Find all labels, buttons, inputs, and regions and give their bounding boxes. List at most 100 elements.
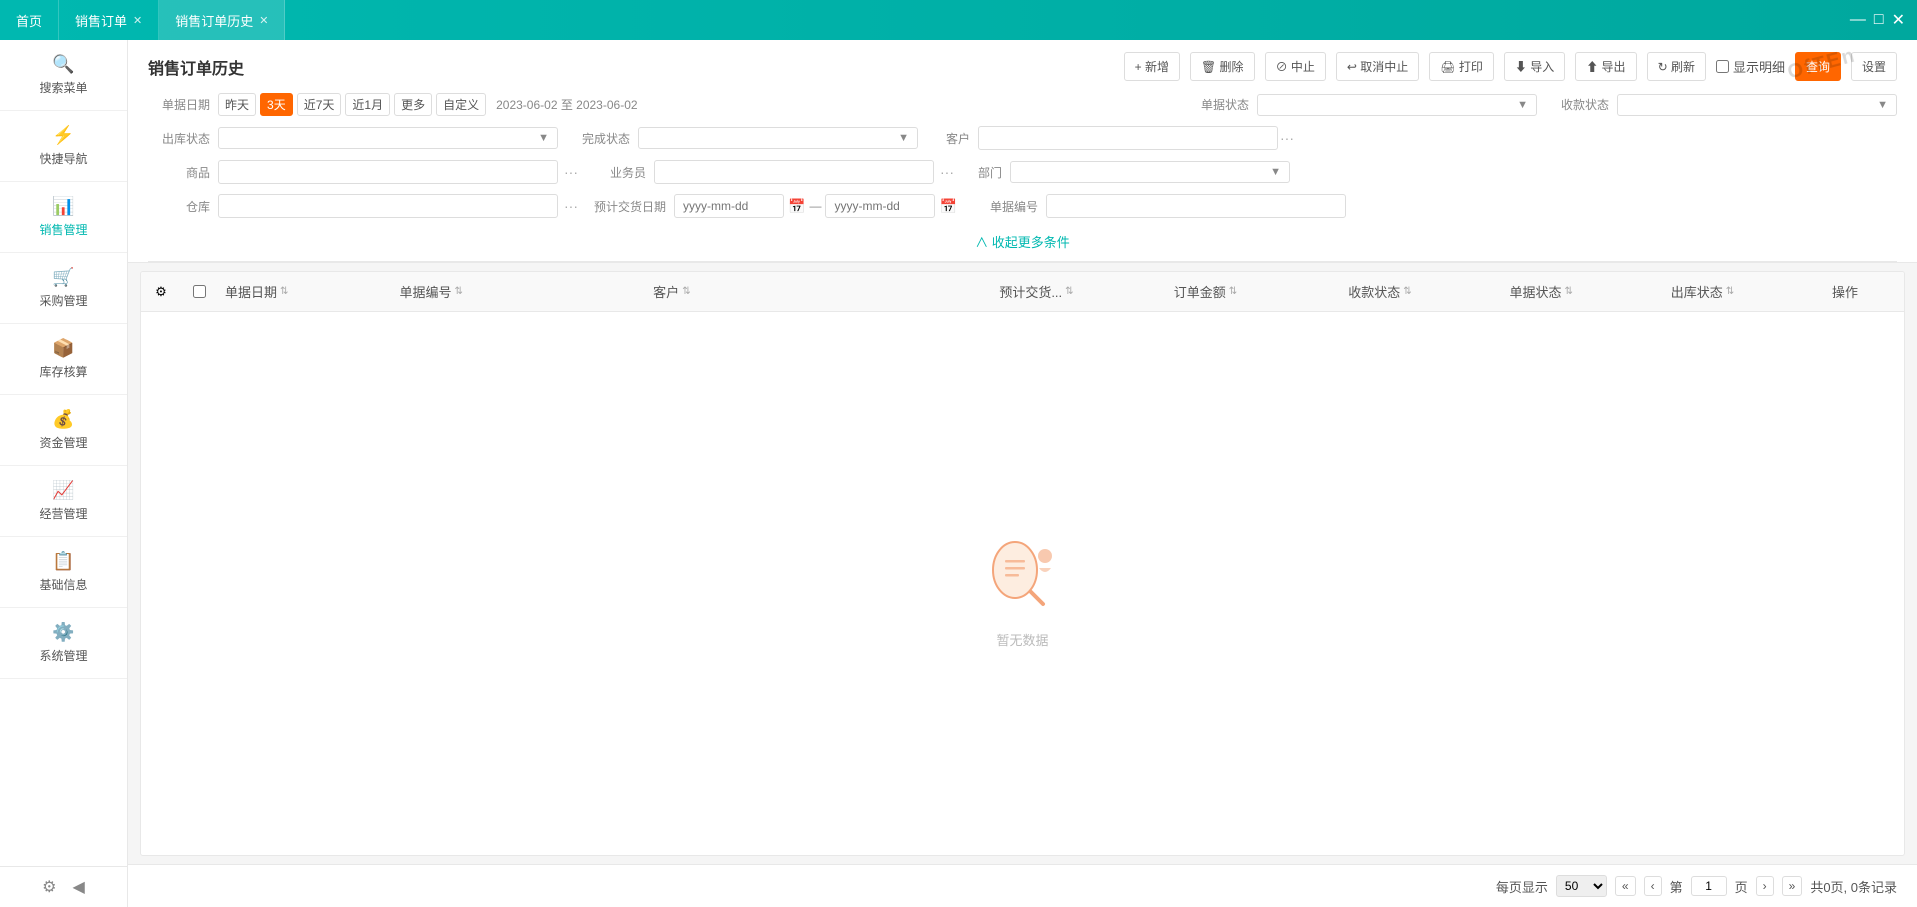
sidebar-item-system[interactable]: ⚙️ 系统管理 bbox=[0, 608, 127, 679]
th-settings-icon[interactable]: ⚙ bbox=[141, 284, 181, 300]
th-delivery-sort-icon[interactable]: ⇅ bbox=[1065, 286, 1073, 297]
stop-button[interactable]: ⊘ 中止 bbox=[1265, 52, 1326, 81]
sidebar-item-quick-nav[interactable]: ⚡ 快捷导航 bbox=[0, 111, 127, 182]
print-button[interactable]: 🖨 打印 bbox=[1429, 52, 1494, 81]
department-label: 部门 bbox=[970, 164, 1010, 181]
customer-more-icon[interactable]: ··· bbox=[1280, 130, 1294, 146]
tab-sales-order[interactable]: 销售订单 ✕ bbox=[59, 0, 159, 40]
next-page-button[interactable]: › bbox=[1756, 876, 1774, 896]
th-customer[interactable]: 客户 ⇅ bbox=[645, 282, 991, 301]
tab-home[interactable]: 首页 bbox=[0, 0, 59, 40]
receipt-status-arrow-icon: ▼ bbox=[1877, 99, 1888, 111]
last-page-button[interactable]: » bbox=[1782, 876, 1803, 896]
th-customer-label: 客户 bbox=[653, 282, 679, 301]
sidebar-item-inventory[interactable]: 📦 库存核算 bbox=[0, 324, 127, 395]
th-date-sort-icon[interactable]: ⇅ bbox=[280, 286, 288, 297]
order-status-select[interactable]: ▼ bbox=[1257, 94, 1537, 116]
th-receipt-status[interactable]: 收款状态 ⇅ bbox=[1340, 282, 1501, 301]
warehouse-status-select[interactable]: ▼ bbox=[218, 127, 558, 149]
minimize-icon[interactable]: — bbox=[1850, 11, 1866, 29]
salesperson-more-icon[interactable]: ··· bbox=[940, 164, 954, 180]
date-btn-3days[interactable]: 3天 bbox=[260, 93, 293, 116]
calendar-from-icon[interactable]: 📅 bbox=[788, 198, 805, 215]
sidebar-item-purchase-mgmt[interactable]: 🛒 采购管理 bbox=[0, 253, 127, 324]
maximize-icon[interactable]: □ bbox=[1874, 11, 1884, 29]
delivery-date-to[interactable] bbox=[825, 194, 935, 218]
date-btn-more[interactable]: 更多 bbox=[394, 93, 432, 116]
delete-button[interactable]: 🗑 删除 bbox=[1190, 52, 1255, 81]
sidebar: 🔍 搜索菜单 ⚡ 快捷导航 📊 销售管理 🛒 采购管理 📦 库存核算 💰 资金管… bbox=[0, 40, 128, 907]
th-customer-sort-icon[interactable]: ⇅ bbox=[682, 286, 690, 297]
top-bar-right: — □ ✕ bbox=[1850, 10, 1917, 30]
delivery-date-from[interactable] bbox=[674, 194, 784, 218]
sidebar-item-search-menu[interactable]: 🔍 搜索菜单 bbox=[0, 40, 127, 111]
date-btn-7days[interactable]: 近7天 bbox=[297, 93, 342, 116]
warehouse-status-label: 出库状态 bbox=[148, 130, 218, 147]
import-button[interactable]: ⬇ 导入 bbox=[1504, 52, 1565, 81]
display-detail-checkbox[interactable] bbox=[1716, 60, 1729, 73]
department-select[interactable]: ▼ bbox=[1010, 161, 1290, 183]
sidebar-item-sales-mgmt[interactable]: 📊 销售管理 bbox=[0, 182, 127, 253]
calendar-to-icon[interactable]: 📅 bbox=[939, 198, 956, 215]
settings-gear-icon[interactable]: ⚙ bbox=[155, 284, 167, 300]
tab-sales-order-history[interactable]: 销售订单历史 ✕ bbox=[159, 0, 285, 40]
empty-text: 暂无数据 bbox=[996, 630, 1048, 649]
settings-button[interactable]: 设置 bbox=[1851, 52, 1897, 81]
sidebar-basic-info-label: 基础信息 bbox=[39, 576, 87, 593]
th-order-status-sort-icon[interactable]: ⇅ bbox=[1565, 286, 1573, 297]
sidebar-item-basic-info[interactable]: 📋 基础信息 bbox=[0, 537, 127, 608]
th-delivery[interactable]: 预计交货... ⇅ bbox=[991, 282, 1165, 301]
th-order-status[interactable]: 单据状态 ⇅ bbox=[1502, 282, 1663, 301]
tab-list: 首页 销售订单 ✕ 销售订单历史 ✕ bbox=[0, 0, 285, 40]
refresh-button[interactable]: ↻ 刷新 bbox=[1647, 52, 1706, 81]
th-receipt-sort-icon[interactable]: ⇅ bbox=[1403, 286, 1411, 297]
th-number[interactable]: 单据编号 ⇅ bbox=[391, 282, 645, 301]
sidebar-operation-label: 经营管理 bbox=[39, 505, 87, 522]
warehouse-input[interactable] bbox=[218, 194, 558, 218]
warehouse-more-icon[interactable]: ··· bbox=[564, 198, 578, 214]
complete-status-arrow-icon: ▼ bbox=[898, 132, 909, 144]
per-page-select[interactable]: 50 10 20 100 bbox=[1556, 875, 1607, 897]
receipt-status-select[interactable]: ▼ bbox=[1617, 94, 1897, 116]
date-btn-1month[interactable]: 近1月 bbox=[345, 93, 390, 116]
sidebar-sales-mgmt-label: 销售管理 bbox=[39, 221, 87, 238]
th-amount[interactable]: 订单金额 ⇅ bbox=[1166, 282, 1340, 301]
goods-input[interactable] bbox=[218, 160, 558, 184]
close-window-icon[interactable]: ✕ bbox=[1892, 10, 1905, 30]
complete-status-select[interactable]: ▼ bbox=[638, 127, 918, 149]
th-checkbox[interactable] bbox=[181, 285, 217, 298]
date-btn-custom[interactable]: 自定义 bbox=[436, 93, 486, 116]
toolbar: + 新增 🗑 删除 ⊘ 中止 ↩ 取消中止 🖨 打印 ⬇ 导入 ⬆ 导出 ↻ 刷… bbox=[1124, 52, 1897, 81]
tab-sales-order-close[interactable]: ✕ bbox=[133, 14, 142, 27]
first-page-button[interactable]: « bbox=[1615, 876, 1636, 896]
sidebar-item-finance[interactable]: 💰 资金管理 bbox=[0, 395, 127, 466]
prev-page-button[interactable]: ‹ bbox=[1644, 876, 1662, 896]
page-number-input[interactable] bbox=[1691, 876, 1727, 896]
salesperson-input[interactable] bbox=[654, 160, 934, 184]
th-warehouse-sort-icon[interactable]: ⇅ bbox=[1726, 286, 1734, 297]
customer-input[interactable] bbox=[978, 126, 1278, 150]
th-amount-sort-icon[interactable]: ⇅ bbox=[1229, 286, 1237, 297]
sidebar-collapse-icon[interactable]: ◀ bbox=[73, 877, 85, 897]
cancel-stop-button[interactable]: ↩ 取消中止 bbox=[1336, 52, 1419, 81]
th-warehouse-status[interactable]: 出库状态 ⇅ bbox=[1663, 282, 1824, 301]
display-detail-toggle[interactable]: 显示明细 bbox=[1716, 57, 1785, 76]
goods-more-icon[interactable]: ··· bbox=[564, 164, 578, 180]
sidebar-item-operation[interactable]: 📈 经营管理 bbox=[0, 466, 127, 537]
sidebar-settings-icon[interactable]: ⚙ bbox=[42, 877, 56, 897]
order-number-input[interactable] bbox=[1046, 194, 1346, 218]
order-status-label: 单据状态 bbox=[1197, 96, 1257, 113]
th-date[interactable]: 单据日期 ⇅ bbox=[217, 282, 391, 301]
delivery-date-label: 预计交货日期 bbox=[594, 198, 674, 215]
tab-sales-order-history-close[interactable]: ✕ bbox=[259, 14, 268, 27]
table-area: ⚙ 单据日期 ⇅ 单据编号 ⇅ 客户 ⇅ bbox=[140, 271, 1905, 856]
query-button[interactable]: 查询 bbox=[1795, 52, 1841, 81]
new-button[interactable]: + 新增 bbox=[1124, 52, 1180, 81]
th-number-sort-icon[interactable]: ⇅ bbox=[454, 286, 462, 297]
search-menu-icon: 🔍 bbox=[52, 54, 74, 75]
page-title: 销售订单历史 bbox=[148, 55, 244, 79]
select-all-checkbox[interactable] bbox=[193, 285, 206, 298]
date-btn-today[interactable]: 昨天 bbox=[218, 93, 256, 116]
export-button[interactable]: ⬆ 导出 bbox=[1575, 52, 1636, 81]
collapse-more-conditions[interactable]: ∧ 收起更多条件 bbox=[148, 228, 1897, 251]
